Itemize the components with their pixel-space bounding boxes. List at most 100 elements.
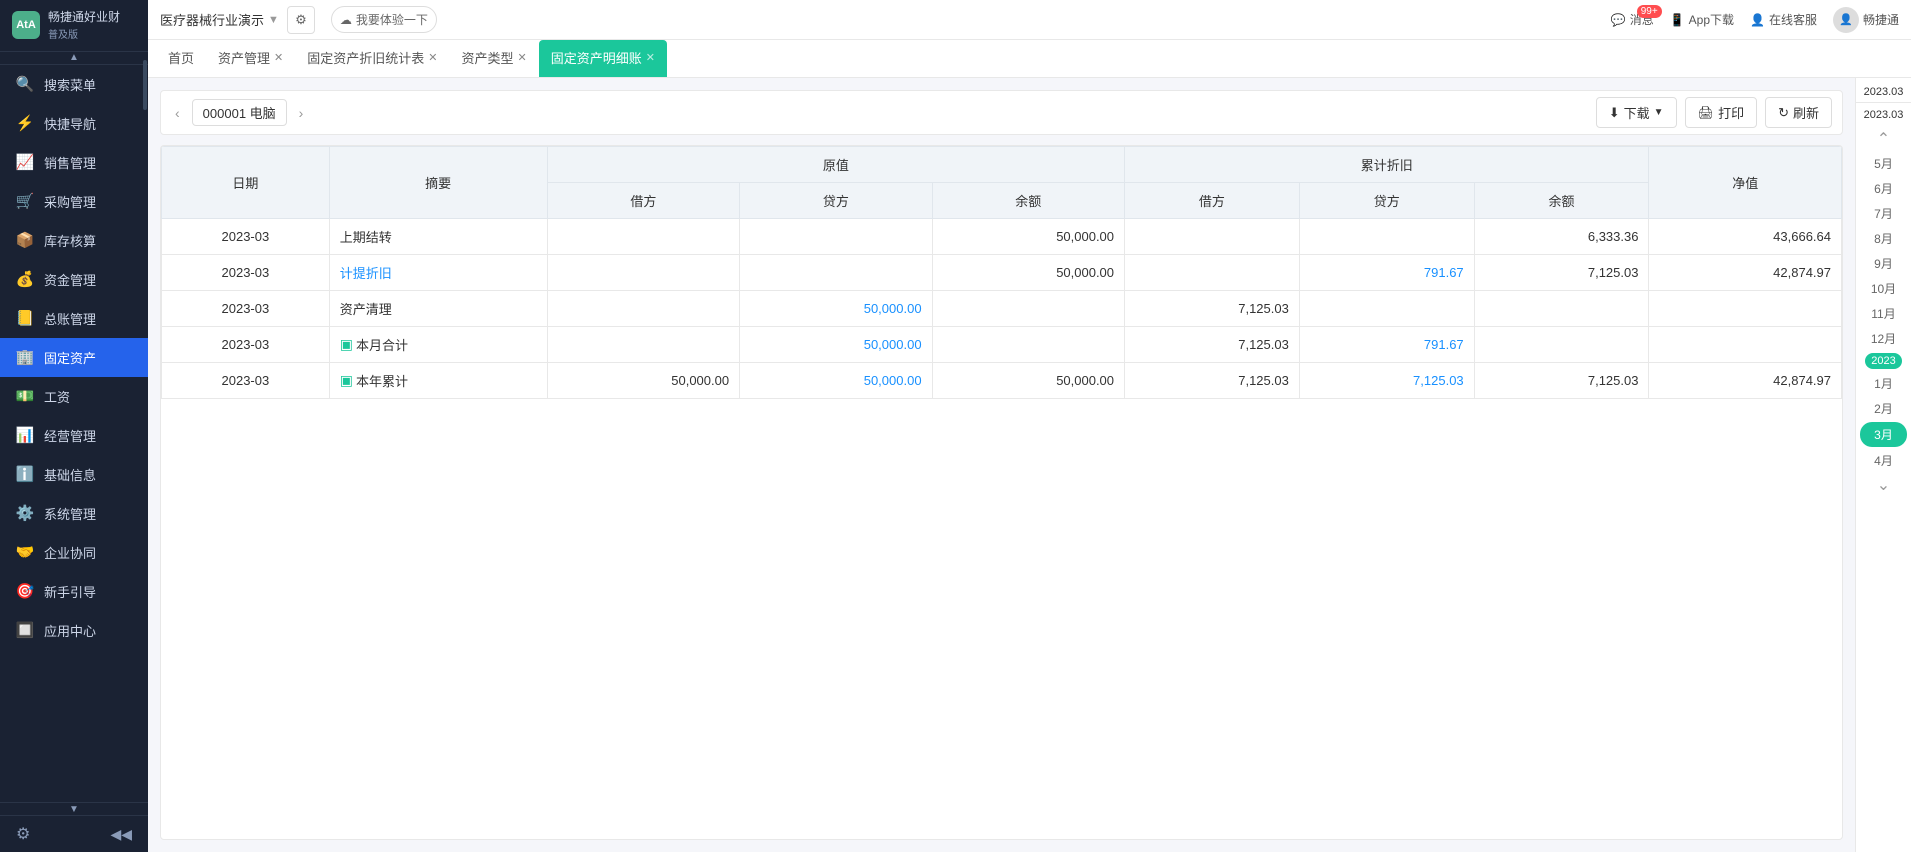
tl-month-11[interactable]: 11月 (1856, 301, 1911, 326)
sidebar-item-fixed-assets[interactable]: 🏢 固定资产 (0, 338, 148, 377)
table-row: 2023-03上期结转50,000.006,333.3643,666.64 (162, 219, 1842, 255)
apps-icon: 🔲 (16, 621, 34, 639)
sidebar-bottom: ⚙ ◀◀ (0, 815, 148, 852)
sidebar-scrollbar (142, 50, 148, 802)
user-avatar[interactable]: 👤 畅捷通 (1833, 7, 1899, 33)
download-button[interactable]: ⬇ 下载 ▼ (1596, 97, 1677, 128)
th-net-value: 净值 (1649, 147, 1842, 219)
tab-close-depreciation-stats[interactable]: ✕ (428, 51, 437, 64)
messages-badge: 99+ (1637, 5, 1662, 18)
sidebar-item-apps[interactable]: 🔲 应用中心 (0, 611, 148, 650)
service-icon: 👤 (1750, 13, 1765, 27)
tl-year-2023: 2023 (1865, 353, 1901, 369)
sidebar-item-search[interactable]: 🔍 搜索菜单 (0, 65, 148, 104)
main-area: 医疗器械行业演示 ▼ ⚙ ☁ 我要体验一下 💬 消息 99+ 📱 App下载 👤… (148, 0, 1911, 852)
tl-month-12[interactable]: 12月 (1856, 326, 1911, 351)
company-selector[interactable]: 医疗器械行业演示 ▼ (160, 10, 279, 29)
sidebar-item-guide[interactable]: 🎯 新手引导 (0, 572, 148, 611)
ledger-icon: 📒 (16, 309, 34, 327)
tabs-bar: 首页 资产管理 ✕ 固定资产折旧统计表 ✕ 资产类型 ✕ 固定资产明细账 ✕ (148, 40, 1911, 78)
timeline-nav-down[interactable]: ⌄ (1875, 473, 1892, 497)
sidebar-item-payroll[interactable]: 💵 工资 (0, 377, 148, 416)
print-button[interactable]: 🖨 打印 (1685, 97, 1758, 128)
finance-icon: 💰 (16, 270, 34, 288)
th-original-value: 原值 (547, 147, 1124, 183)
sales-icon: 📈 (16, 153, 34, 171)
table-row: 2023-03▣本年累计50,000.0050,000.0050,000.007… (162, 363, 1842, 399)
print-icon: 🖨 (1698, 105, 1715, 121)
timeline-header2: 2023.03 (1856, 105, 1911, 125)
tl-month-5[interactable]: 5月 (1856, 151, 1911, 176)
tab-depreciation-stats[interactable]: 固定资产折旧统计表 ✕ (295, 40, 449, 77)
download-icon: ⬇ (1609, 105, 1620, 121)
sidebar-item-quicknav[interactable]: ⚡ 快捷导航 (0, 104, 148, 143)
cloud-icon: ☁ (340, 13, 352, 27)
sidebar-menu: 🔍 搜索菜单 ⚡ 快捷导航 📈 销售管理 🛒 采购管理 📦 库存核算 💰 资金管… (0, 65, 148, 802)
tab-asset-type[interactable]: 资产类型 ✕ (449, 40, 538, 77)
refresh-button[interactable]: ↻ 刷新 (1765, 97, 1832, 128)
sidebar-item-finance[interactable]: 💰 资金管理 (0, 260, 148, 299)
refresh-icon: ↻ (1778, 105, 1789, 121)
sidebar-logo: AtA 畅捷通好业财 普及版 (0, 0, 148, 52)
app-download-button[interactable]: 📱 App下载 (1670, 11, 1734, 28)
sidebar-item-collab[interactable]: 🤝 企业协同 (0, 533, 148, 572)
quicknav-icon: ⚡ (16, 114, 34, 132)
tl-month-3[interactable]: 3月 (1860, 422, 1907, 447)
purchase-icon: 🛒 (16, 192, 34, 210)
company-name: 医疗器械行业演示 (160, 10, 264, 29)
settings-icon[interactable]: ⚙ (16, 824, 30, 844)
tl-month-2[interactable]: 2月 (1856, 396, 1911, 421)
sidebar-item-inventory[interactable]: 📦 库存核算 (0, 221, 148, 260)
sidebar-item-purchase[interactable]: 🛒 采购管理 (0, 182, 148, 221)
message-icon: 💬 (1611, 13, 1626, 27)
tab-close-asset-management[interactable]: ✕ (274, 51, 283, 64)
tab-asset-management[interactable]: 资产管理 ✕ (206, 40, 295, 77)
tab-asset-ledger[interactable]: 固定资产明细账 ✕ (539, 40, 667, 77)
fixed-assets-icon: 🏢 (16, 348, 34, 366)
timeline-nav-up[interactable]: ⌃ (1875, 127, 1892, 151)
tab-home[interactable]: 首页 (156, 40, 206, 77)
collab-icon: 🤝 (16, 543, 34, 561)
tab-close-asset-type[interactable]: ✕ (518, 51, 527, 64)
customer-service-button[interactable]: 👤 在线客服 (1750, 11, 1817, 28)
payroll-icon: 💵 (16, 387, 34, 405)
collapse-icon[interactable]: ◀◀ (110, 826, 132, 843)
tl-month-1[interactable]: 1月 (1856, 371, 1911, 396)
gear-icon: ⚙ (295, 12, 307, 28)
timeline-panel: 2023.03 2023.03 ⌃ 5月 6月 7月 8月 9月 10月 11月… (1855, 78, 1911, 852)
logo-icon: AtA (12, 11, 40, 39)
tl-month-10[interactable]: 10月 (1856, 276, 1911, 301)
badge-icon: ▣ (340, 336, 353, 353)
tl-month-9[interactable]: 9月 (1856, 251, 1911, 276)
tl-month-6[interactable]: 6月 (1856, 176, 1911, 201)
sidebar-item-operations[interactable]: 📊 经营管理 (0, 416, 148, 455)
tl-month-7[interactable]: 7月 (1856, 201, 1911, 226)
ledger-table: 日期 摘要 原值 累计折旧 净值 借方 贷方 余额 借方 贷方 余额 (161, 146, 1842, 399)
asset-prev-button[interactable]: ‹ (171, 103, 184, 123)
sidebar-scroll-down[interactable]: ▼ (68, 805, 80, 813)
logo-text: 畅捷通好业财 普及版 (48, 10, 120, 41)
topbar-right: 💬 消息 99+ 📱 App下载 👤 在线客服 👤 畅捷通 (1611, 7, 1899, 33)
asset-current-display: 000001 电脑 (192, 99, 287, 126)
asset-next-button[interactable]: › (295, 103, 308, 123)
experience-button[interactable]: ☁ 我要体验一下 (331, 6, 437, 33)
sidebar-item-ledger[interactable]: 📒 总账管理 (0, 299, 148, 338)
tl-month-8[interactable]: 8月 (1856, 226, 1911, 251)
table-row: 2023-03计提折旧50,000.00791.677,125.0342,874… (162, 255, 1842, 291)
asset-ledger-table: 日期 摘要 原值 累计折旧 净值 借方 贷方 余额 借方 贷方 余额 (160, 145, 1843, 840)
sidebar-scroll-up[interactable]: ▲ (68, 54, 80, 62)
th-ov-credit: 贷方 (740, 183, 932, 219)
sidebar-item-sales[interactable]: 📈 销售管理 (0, 143, 148, 182)
sidebar-item-basics[interactable]: ℹ️ 基础信息 (0, 455, 148, 494)
th-date: 日期 (162, 147, 330, 219)
inventory-icon: 📦 (16, 231, 34, 249)
messages-button[interactable]: 💬 消息 99+ (1611, 11, 1654, 28)
company-settings-button[interactable]: ⚙ (287, 6, 315, 34)
sidebar-item-system[interactable]: ⚙️ 系统管理 (0, 494, 148, 533)
download-arrow-icon: ▼ (1654, 107, 1664, 118)
topbar: 医疗器械行业演示 ▼ ⚙ ☁ 我要体验一下 💬 消息 99+ 📱 App下载 👤… (148, 0, 1911, 40)
timeline-header1: 2023.03 (1856, 82, 1911, 103)
system-icon: ⚙️ (16, 504, 34, 522)
tab-close-asset-ledger[interactable]: ✕ (646, 51, 655, 64)
tl-month-4[interactable]: 4月 (1856, 448, 1911, 473)
